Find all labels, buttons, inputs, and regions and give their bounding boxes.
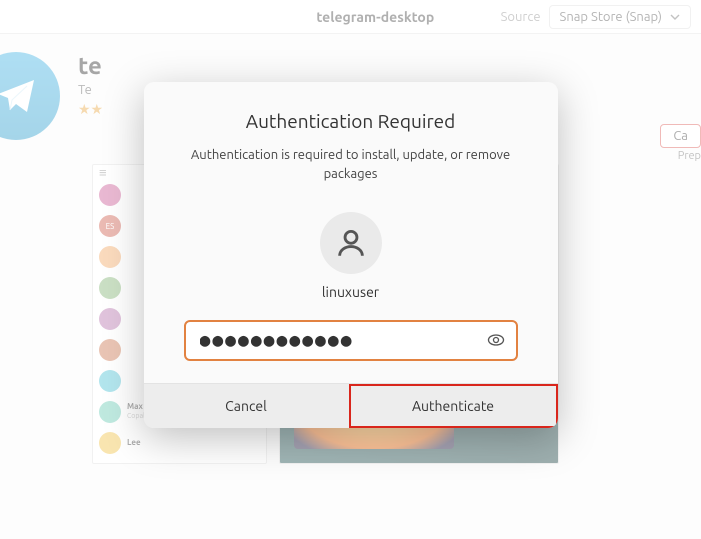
user-avatar-icon <box>320 212 382 274</box>
eye-icon[interactable] <box>486 330 506 350</box>
dialog-message: Authentication is required to install, u… <box>184 146 518 184</box>
authenticate-button[interactable]: Authenticate <box>349 384 558 428</box>
auth-dialog: Authentication Required Authentication i… <box>144 82 558 428</box>
username-label: linuxuser <box>184 284 518 300</box>
cancel-button[interactable]: Cancel <box>144 384 349 428</box>
password-input[interactable] <box>184 320 518 361</box>
modal-overlay: Authentication Required Authentication i… <box>0 0 701 539</box>
dialog-title: Authentication Required <box>184 110 518 132</box>
